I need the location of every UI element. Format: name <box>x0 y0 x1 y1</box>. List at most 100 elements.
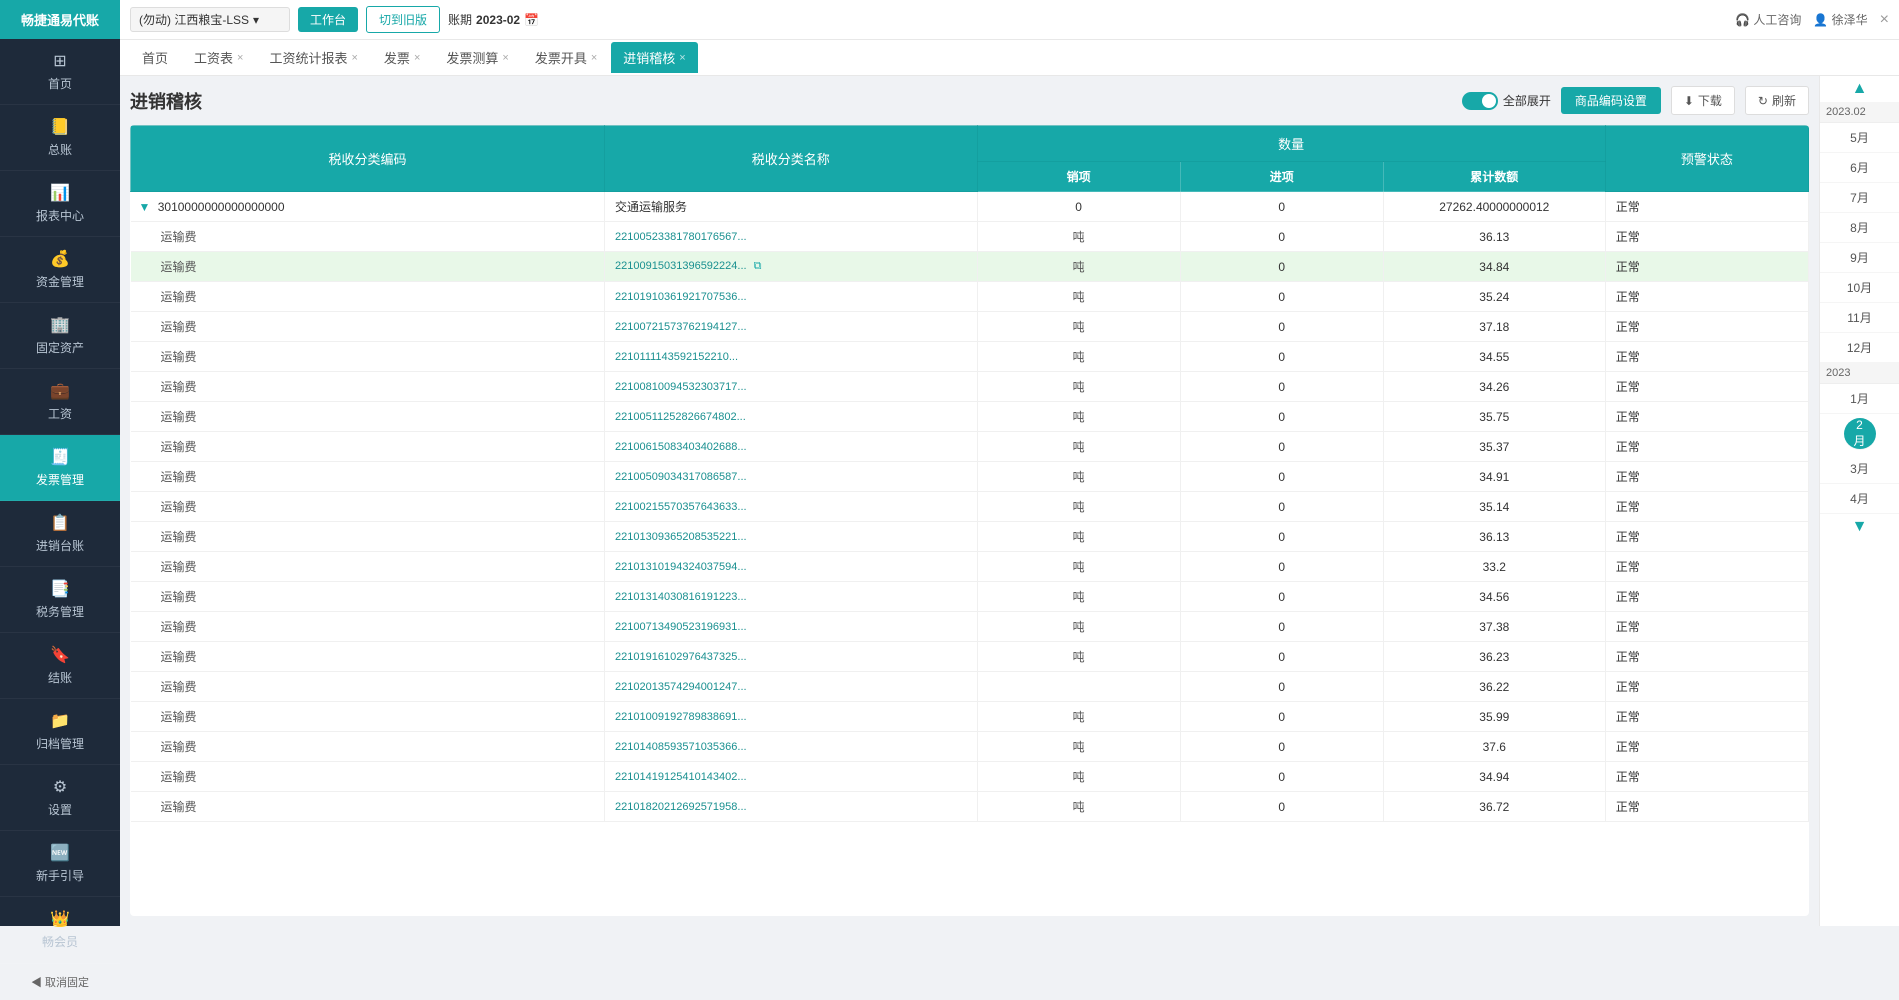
sidebar-item-reports[interactable]: 📊 报表中心 <box>0 171 120 237</box>
cal-month-item[interactable]: 2月 <box>1844 418 1876 450</box>
table-cell-unit: 吨 <box>977 642 1180 672</box>
sidebar-item-sales-ledger[interactable]: 📋 进销台账 <box>0 501 120 567</box>
tab-payroll-report[interactable]: 工资统计报表 × <box>257 42 369 73</box>
cal-nav-up[interactable]: ▲ <box>1820 76 1899 102</box>
sidebar-item-archive[interactable]: 📁 归档管理 <box>0 699 120 765</box>
download-btn[interactable]: ⬇ 下载 <box>1671 86 1735 115</box>
cal-month-item[interactable]: 7月 <box>1820 183 1899 213</box>
table-cell-status: 正常 <box>1605 702 1808 732</box>
cal-month-item[interactable]: 3月 <box>1820 454 1899 484</box>
support-btn[interactable]: 🎧 人工咨询 <box>1735 11 1801 28</box>
sidebar-item-assets[interactable]: 🏢 固定资产 <box>0 303 120 369</box>
switch-track[interactable] <box>1462 92 1498 110</box>
tab-close-invoice[interactable]: × <box>414 52 420 64</box>
table-row: 运输费 2210050903431708658​7... 吨 0 34.91 正… <box>131 462 1809 492</box>
table-cell-sales: 0 <box>1180 642 1383 672</box>
tab-close-invoice-open[interactable]: × <box>591 52 597 64</box>
table-cell-unit: 吨 <box>977 792 1180 822</box>
sidebar-item-guide[interactable]: 🆕 新手引导 <box>0 831 120 897</box>
table-cell-unit: 吨 <box>977 222 1180 252</box>
home-icon: ⊞ <box>53 51 66 71</box>
table-cell-unit: 吨 <box>977 762 1180 792</box>
expand-icon[interactable]: ▼ <box>139 200 151 214</box>
sidebar: 畅捷通易代账 ⊞ 首页 📒 总账 📊 报表中心 💰 资金管理 🏢 固定资产 💼 … <box>0 0 120 926</box>
cal-nav-down[interactable]: ▼ <box>1820 514 1899 540</box>
table-cell-status: 正常 <box>1605 522 1808 552</box>
tab-close-invoice-calc[interactable]: × <box>502 52 508 64</box>
table-cell-unit: 吨 <box>977 732 1180 762</box>
tab-close-payroll-report[interactable]: × <box>351 52 357 64</box>
sidebar-item-tax[interactable]: 📑 税务管理 <box>0 567 120 633</box>
table-cell-code: 运输费 <box>131 432 605 462</box>
cal-month-item[interactable]: 8月 <box>1820 213 1899 243</box>
switch-thumb <box>1482 94 1496 108</box>
cal-month-item[interactable]: 6月 <box>1820 153 1899 183</box>
table-cell-sales: 0 <box>1180 552 1383 582</box>
refresh-btn[interactable]: ↻ 刷新 <box>1745 86 1809 115</box>
guide-icon: 🆕 <box>50 843 70 863</box>
cal-month-item[interactable]: 5月 <box>1820 123 1899 153</box>
sidebar-item-home[interactable]: ⊞ 首页 <box>0 39 120 105</box>
cal-month-item[interactable]: 10月 <box>1820 273 1899 303</box>
table-cell-cumulative: 36.13 <box>1383 222 1605 252</box>
headphone-icon: 🎧 <box>1735 13 1750 27</box>
table-cell-code: 运输费 <box>131 312 605 342</box>
unpin-button[interactable]: ◀ 取消固定 <box>0 963 120 1000</box>
table-cell-sales: 0 <box>1180 252 1383 282</box>
table-cell-unit: 吨 <box>977 372 1180 402</box>
switch-period-button[interactable]: 切到旧版 <box>366 6 440 33</box>
cal-month-item[interactable]: 12月 <box>1820 333 1899 363</box>
tab-close-payroll[interactable]: × <box>237 52 243 64</box>
tab-invoice-open[interactable]: 发票开具 × <box>523 42 609 73</box>
table-cell-name: 2210021557035764363​3... <box>605 492 977 522</box>
table-cell-name: 2210131019432403759​4... <box>605 552 977 582</box>
sidebar-item-ledger[interactable]: 📒 总账 <box>0 105 120 171</box>
table-cell-name: 2210052338178017656​7... <box>605 222 977 252</box>
cal-month-item[interactable]: 1月 <box>1820 384 1899 414</box>
copy-icon[interactable]: ⧉ <box>754 260 762 272</box>
table-cell-cumulative: 35.99 <box>1383 702 1605 732</box>
sidebar-item-invoices[interactable]: 🧾 发票管理 <box>0 435 120 501</box>
table-row: 运输费 2210081009453230371​7... 吨 0 34.26 正… <box>131 372 1809 402</box>
table-cell-cumulative: 36.72 <box>1383 792 1605 822</box>
tab-invoice-verify[interactable]: 进销稽核 × <box>611 42 697 73</box>
sidebar-item-payroll[interactable]: 💼 工资 <box>0 369 120 435</box>
table-cell-code: 运输费 <box>131 372 605 402</box>
table-cell-cumulative: 35.24 <box>1383 282 1605 312</box>
cal-month-item[interactable]: 11月 <box>1820 303 1899 333</box>
sidebar-item-capital[interactable]: 💰 资金管理 <box>0 237 120 303</box>
calendar-icon[interactable]: 📅 <box>524 13 539 27</box>
company-selector[interactable]: (勿动) 江西粮宝-LSS ▾ <box>130 7 290 32</box>
settings-icon: ⚙ <box>53 777 67 797</box>
sidebar-item-settlement[interactable]: 🔖 结账 <box>0 633 120 699</box>
table-cell-unit: 吨 <box>977 312 1180 342</box>
table-cell-sales: 0 <box>1180 792 1383 822</box>
table-row: 运输费 2210141912541014340​2... 吨 0 34.94 正… <box>131 762 1809 792</box>
user-avatar[interactable]: 👤 徐泽华 <box>1813 11 1867 28</box>
table-cell-cumulative: 34.84 <box>1383 252 1605 282</box>
sidebar-item-member[interactable]: 👑 畅会员 <box>0 897 120 963</box>
table-cell-cumulative: 37.38 <box>1383 612 1605 642</box>
tab-home[interactable]: 首页 <box>130 42 180 73</box>
table-cell-code: 运输费 <box>131 252 605 282</box>
tab-close-invoice-verify[interactable]: × <box>679 52 685 64</box>
tab-invoice[interactable]: 发票 × <box>372 42 432 73</box>
table-cell-status: 正常 <box>1605 192 1808 222</box>
close-button[interactable]: × <box>1880 11 1889 29</box>
table-row: 运输费 2210201357429400124​7... 0 36.22 正常 <box>131 672 1809 702</box>
settings-btn[interactable]: 商品编码设置 <box>1561 87 1661 114</box>
cal-month-item[interactable]: 9月 <box>1820 243 1899 273</box>
table-cell-code: 运输费 <box>131 702 605 732</box>
copy-button[interactable]: 工作台 <box>298 7 358 32</box>
table-cell-code: 运输费 <box>131 552 605 582</box>
cal-month-item[interactable]: 4月 <box>1820 484 1899 514</box>
tab-invoice-calc[interactable]: 发票测算 × <box>434 42 520 73</box>
expand-toggle[interactable]: 全部展开 <box>1462 92 1551 110</box>
table-cell-sales: 0 <box>1180 342 1383 372</box>
table-row: 运输费 2210072157376219412​7... 吨 0 37.18 正… <box>131 312 1809 342</box>
table-cell-cumulative: 36.22 <box>1383 672 1605 702</box>
sidebar-item-settings[interactable]: ⚙ 设置 <box>0 765 120 831</box>
assets-icon: 🏢 <box>50 315 70 335</box>
tab-payroll[interactable]: 工资表 × <box>182 42 255 73</box>
table-cell-name: 2210061508340340268​8... <box>605 432 977 462</box>
